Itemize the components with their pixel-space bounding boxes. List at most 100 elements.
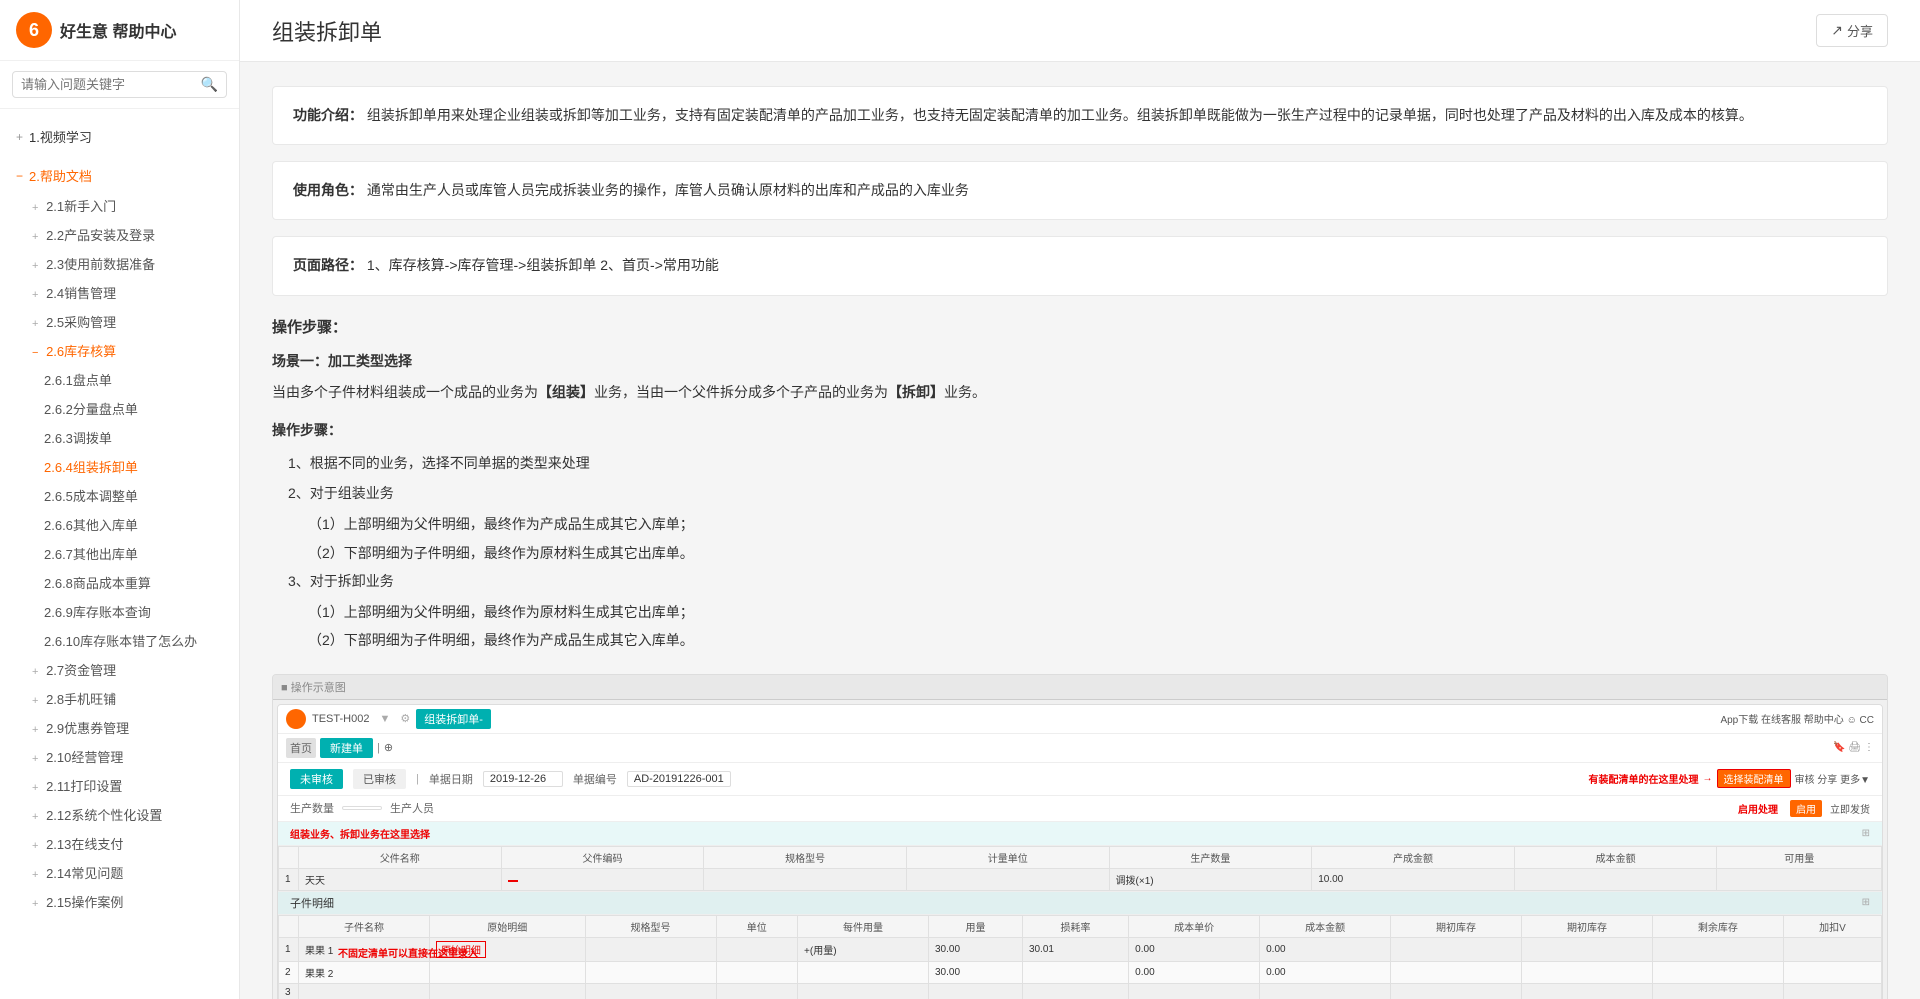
sidebar-item-install[interactable]: + 2.2产品安装及登录 [0, 220, 239, 249]
annotation-bom-label: 有装配清单的在这里处理 [1589, 771, 1699, 786]
sidebar-item-other-in[interactable]: 2.6.6其他入库单 [0, 510, 239, 539]
table-row: 2 果果 2 30.00 0.00 0.00 [279, 961, 1882, 983]
intro-block: 功能介绍： 组装拆卸单用来处理企业组装或拆卸等加工业务，支持有固定装配清单的产品… [272, 86, 1888, 145]
mock-page-icons: 🔖 🖨 ⋮ [1833, 742, 1874, 753]
mock-qty-value[interactable] [342, 806, 382, 810]
sidebar-item-cost-recalc[interactable]: 2.6.8商品成本重算 [0, 568, 239, 597]
step2-sub1: （1）上部明细为父件明细，最终作为产成品生成其它入库单； [308, 511, 1888, 538]
sidebar-item-sales[interactable]: + 2.4销售管理 [0, 278, 239, 307]
content-area: 功能介绍： 组装拆卸单用来处理企业组装或拆卸等加工业务，支持有固定装配清单的产品… [240, 62, 1920, 999]
mock-lcol-name: 子件名称 [299, 915, 430, 937]
annotation-direct-input: 不固定清单可以直接在这里录入 [338, 945, 478, 960]
expand-icon: + [16, 130, 23, 144]
sidebar-item-personalize[interactable]: + 2.12系统个性化设置 [0, 800, 239, 829]
sidebar-item-data-prep[interactable]: + 2.3使用前数据准备 [0, 249, 239, 278]
expand-icon: + [32, 753, 38, 765]
expand-icon: + [32, 318, 38, 330]
step3: 3、对于拆卸业务 [288, 568, 1888, 595]
expand-icon: + [32, 840, 38, 852]
steps-intro: 操作步骤： [272, 417, 1888, 444]
mock-bom-btn[interactable]: 选择装配清单 [1717, 769, 1791, 788]
mock-confirm-btn[interactable]: 立即发货 [1830, 801, 1870, 816]
mock-cell-spec [704, 868, 907, 890]
mock-lcell-init11 [1391, 937, 1522, 961]
search-icon[interactable]: 🔍 [201, 76, 218, 93]
mock-lcell-unit1 [716, 937, 798, 961]
sidebar-item-inventory-book[interactable]: 2.6.9库存账本查询 [0, 597, 239, 626]
mock-code-value[interactable]: AD-20191226-001 [627, 771, 731, 787]
share-icon: ↗ [1831, 22, 1843, 39]
sidebar-item-partial-check[interactable]: 2.6.2分量盘点单 [0, 394, 239, 423]
mock-lcol-check [279, 915, 299, 937]
sidebar-item-inventory[interactable]: − 2.6库存核算 [0, 336, 239, 365]
mock-tab-reviewed[interactable]: 已审核 [353, 769, 406, 789]
expand-icon: + [32, 898, 38, 910]
mock-cell-name: 天天 [299, 868, 502, 890]
sidebar-item-other-out[interactable]: 2.6.7其他出库单 [0, 539, 239, 568]
sidebar-item-mobile[interactable]: + 2.8手机旺铺 [0, 684, 239, 713]
mock-home-btn[interactable]: 首页 [286, 738, 316, 758]
sidebar-item-help-docs[interactable]: − 2.帮助文档 [0, 160, 239, 191]
mock-cell-code-input[interactable] [508, 880, 518, 882]
mock-lcol-usage: 用量 [928, 915, 1022, 937]
mock-col-cost-amt: 成本金额 [1514, 846, 1717, 868]
role-block: 使用角色： 通常由生产人员或库管人员完成拆装业务的操作，库管人员确认原材料的出库… [272, 161, 1888, 220]
sidebar-item-cases[interactable]: + 2.15操作案例 [0, 887, 239, 916]
sidebar-item-operations[interactable]: + 2.10经营管理 [0, 742, 239, 771]
mock-date-value[interactable]: 2019-12-26 [483, 771, 563, 787]
mock-lower-icon: ⊞ [1862, 897, 1870, 908]
expand-icon: + [32, 202, 38, 214]
sidebar-item-inventory-check[interactable]: 2.6.1盘点单 [0, 365, 239, 394]
sidebar-item-beginner[interactable]: + 2.1新手入门 [0, 191, 239, 220]
share-button[interactable]: ↗ 分享 [1816, 14, 1888, 47]
screenshot-container: ■ 操作示意图 TEST-H002 ▼ ⚙ 组装拆卸单- App下载 在线客服 … [272, 674, 1888, 999]
mock-person-label: 生产人员 [390, 800, 434, 816]
mock-lcell-cprice1: 0.00 [1129, 937, 1260, 961]
sidebar-item-faq[interactable]: + 2.14常见问题 [0, 858, 239, 887]
mock-new-doc-btn[interactable]: 新建单 [320, 738, 373, 758]
mock-col-avail: 可用量 [1717, 846, 1882, 868]
sidebar-item-finance[interactable]: + 2.7资金管理 [0, 655, 239, 684]
search-input[interactable] [21, 77, 201, 92]
expand-icon: + [32, 260, 38, 272]
mock-lcell-usage1: 30.00 [928, 937, 1022, 961]
sidebar-item-book-error[interactable]: 2.6.10库存账本错了怎么办 [0, 626, 239, 655]
search-box[interactable]: 🔍 [12, 71, 227, 98]
mock-separator: | [377, 742, 380, 754]
main-header: 组装拆卸单 ↗ 分享 [240, 0, 1920, 62]
mock-lcell-check: 1 [279, 937, 299, 961]
step2: 2、对于组装业务 [288, 480, 1888, 507]
mock-bom-area: 有装配清单的在这里处理 → 选择装配清单 审核 分享 更多▼ [1589, 769, 1870, 788]
annotation-type-label: 组装业务、拆卸业务在这里选择 [290, 826, 430, 841]
step1: 1、根据不同的业务，选择不同单据的类型来处理 [288, 450, 1888, 477]
sidebar-item-coupon[interactable]: + 2.9优惠券管理 [0, 713, 239, 742]
screenshot-inner: TEST-H002 ▼ ⚙ 组装拆卸单- App下载 在线客服 帮助中心 ☺ C… [273, 700, 1887, 999]
mock-col-prod-qty: 生产数量 [1109, 846, 1312, 868]
expand-icon: + [32, 231, 38, 243]
mock-cell-check: 1 [279, 868, 299, 890]
sidebar-item-cost-adjust[interactable]: 2.6.5成本调整单 [0, 481, 239, 510]
mock-tab-unreviewed[interactable]: 未审核 [290, 769, 343, 789]
step3-sub2: （2）下部明细为子件明细，最终作为产成品生成其它入库单。 [308, 627, 1888, 654]
mock-lcol-remain: 剩余库存 [1652, 915, 1783, 937]
sidebar-item-online-pay[interactable]: + 2.13在线支付 [0, 829, 239, 858]
mock-upper-table-wrap: 父件名称 父件编码 规格型号 计量单位 生产数量 产成金额 成本金额 可用量 [278, 846, 1882, 891]
mock-lcell-remain1 [1652, 937, 1783, 961]
sidebar-item-assembly[interactable]: 2.6.4组装拆卸单 [0, 452, 239, 481]
mock-lcell-loss1: 30.01 [1022, 937, 1128, 961]
screenshot-label: ■ 操作示意图 [281, 679, 346, 695]
mock-date-label: 单据日期 [429, 771, 473, 787]
expand-icon: + [32, 289, 38, 301]
mock-lower-table: 子件名称 原始明细 规格型号 单位 每件用量 用量 损耗率 成本单价 成本金额 [278, 915, 1882, 999]
scene1-title: 场景一：加工类型选择 [272, 351, 1888, 371]
mock-action-btns: 审核 分享 更多▼ [1795, 771, 1870, 786]
sidebar-item-print[interactable]: + 2.11打印设置 [0, 771, 239, 800]
mock-lcell-each1: +(用量) [798, 937, 929, 961]
sidebar-item-purchase[interactable]: + 2.5采购管理 [0, 307, 239, 336]
step2-sub2: （2）下部明细为子件明细，最终作为原材料生成其它出库单。 [308, 540, 1888, 567]
sidebar-item-transfer[interactable]: 2.6.3调拨单 [0, 423, 239, 452]
mock-enable-btn[interactable]: 启用 [1790, 800, 1822, 817]
steps-title: 操作步骤： [272, 316, 1888, 337]
mock-lcell-init21 [1521, 937, 1652, 961]
sidebar-item-video-learning[interactable]: + 1.视频学习 [0, 121, 239, 152]
